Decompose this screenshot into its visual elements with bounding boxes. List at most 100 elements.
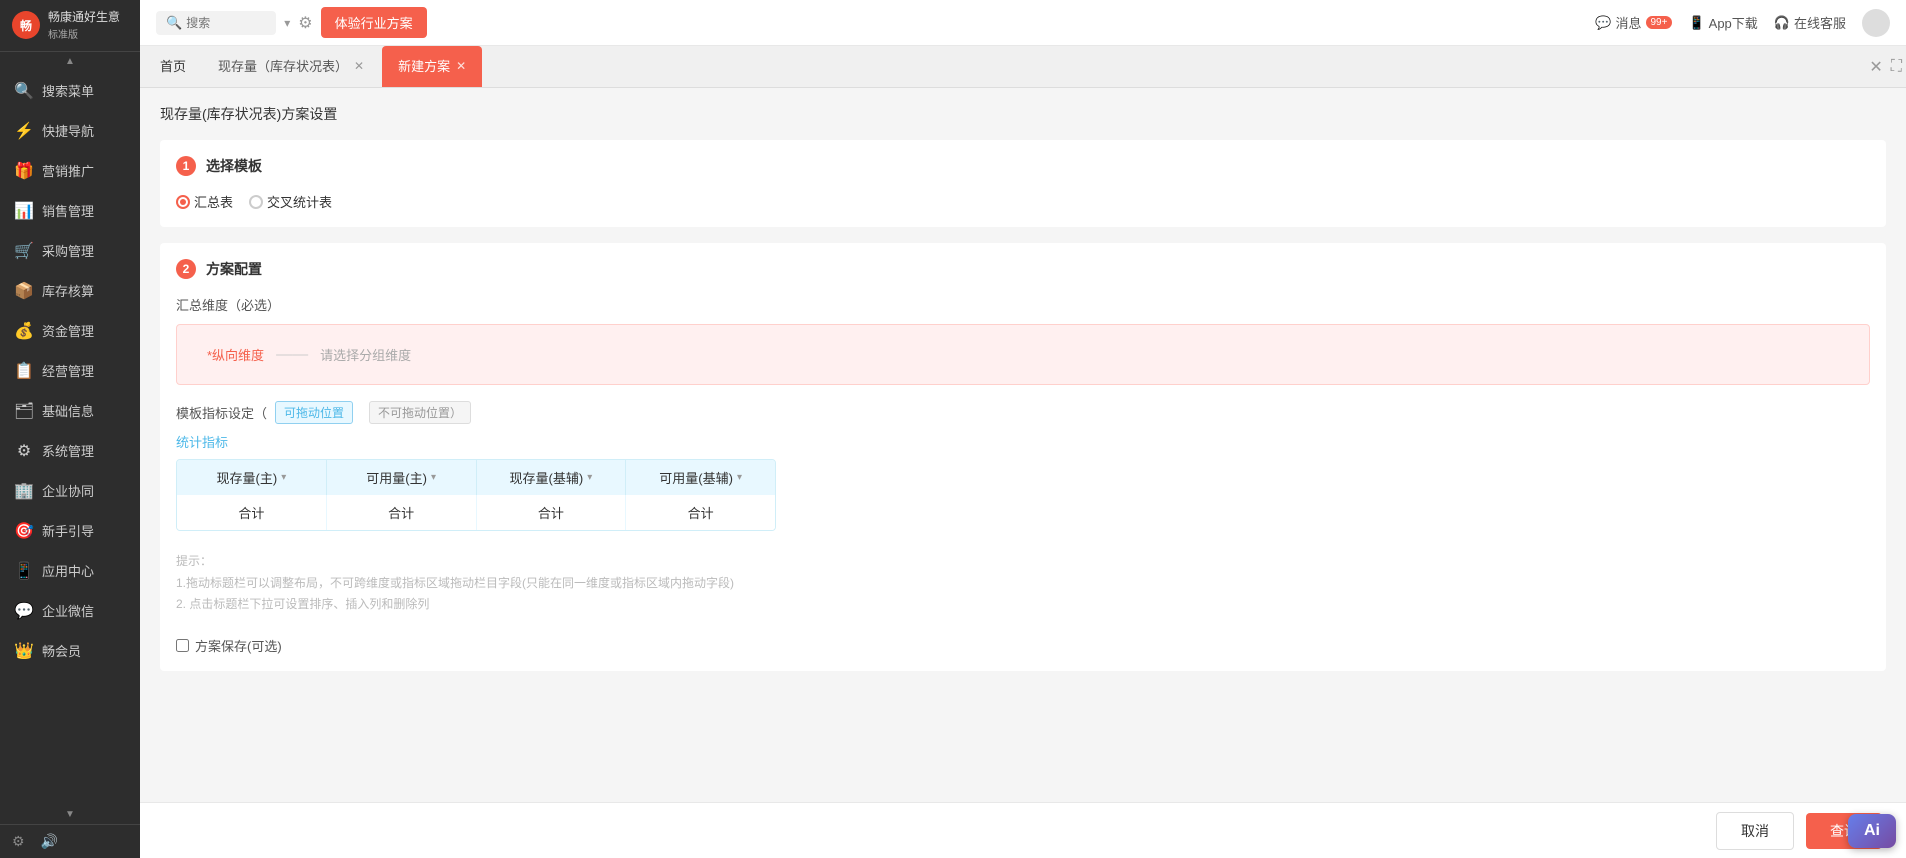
step1-header: 1 选择模板 <box>176 156 1870 176</box>
new-guide-icon: 🎯 <box>14 521 34 541</box>
topbar-search[interactable]: 🔍 <box>156 11 276 35</box>
marketing-icon: 🎁 <box>14 161 34 181</box>
messages-item[interactable]: 💬 消息 99+ <box>1595 13 1672 32</box>
new-scheme-tab-close[interactable]: ✕ <box>456 59 466 73</box>
online-service-label: 在线客服 <box>1794 13 1846 32</box>
stats-table-body: 合计 合计 合计 合计 <box>177 495 775 530</box>
sidebar-item-system[interactable]: ⚙ 系统管理 <box>0 431 140 471</box>
tips-section: 提示： 1.拖动标题栏可以调整布局，不可跨维度或指标区域拖动栏目字段(只能在同一… <box>176 551 1870 616</box>
page-title: 现存量(库存状况表)方案设置 <box>160 104 1886 124</box>
tab-home[interactable]: 首页 <box>144 46 202 87</box>
col2-arrow[interactable]: ▾ <box>431 472 436 483</box>
sidebar-item-search-menu[interactable]: 🔍 搜索菜单 <box>0 71 140 111</box>
dim-arrow: —— <box>276 346 308 364</box>
gear-icon[interactable]: ⚙ <box>298 13 312 33</box>
tabs-bar: 首页 现存量（库存状况表） ✕ 新建方案 ✕ ✕ ⛶ <box>140 46 1906 88</box>
sidebar-item-sales[interactable]: 📊 销售管理 <box>0 191 140 231</box>
close-panel-icon[interactable]: ✕ <box>1869 57 1882 77</box>
logo-badge: 标准版 <box>48 26 120 41</box>
tab-inventory-status[interactable]: 现存量（库存状况表） ✕ <box>202 46 380 87</box>
cross-radio-label: 交叉统计表 <box>267 192 332 211</box>
online-service-item[interactable]: 🎧 在线客服 <box>1774 13 1846 32</box>
industry-btn[interactable]: 体验行业方案 <box>321 7 427 38</box>
sidebar-item-enterprise[interactable]: 🏢 企业协同 <box>0 471 140 511</box>
tab-new-scheme[interactable]: 新建方案 ✕ <box>382 46 482 87</box>
new-scheme-tab-label: 新建方案 <box>398 56 450 75</box>
settings-icon[interactable]: ⚙ <box>12 833 25 850</box>
avatar[interactable] <box>1862 9 1890 37</box>
logo-text: 畅康通好生意 标准版 <box>48 10 120 41</box>
sidebar-item-label: 畅会员 <box>42 641 81 660</box>
indicator-settings: 模板指标设定（ 可拖动位置 不可拖动位置） 统计指标 现存量(主) ▾ 可用量(… <box>176 401 1870 616</box>
app-download-item[interactable]: 📱 App下载 <box>1688 13 1757 32</box>
sidebar-bottom: ⚙ 🔊 <box>0 824 140 858</box>
sidebar-scroll-up[interactable]: ▲ <box>0 52 140 71</box>
sidebar-item-label: 营销推广 <box>42 161 94 180</box>
sidebar-item-label: 搜索菜单 <box>42 81 94 100</box>
sidebar-item-operation[interactable]: 📋 经营管理 <box>0 351 140 391</box>
template-radio-group: 汇总表 交叉统计表 <box>176 192 1870 211</box>
sidebar-item-marketing[interactable]: 🎁 营销推广 <box>0 151 140 191</box>
col1-arrow[interactable]: ▾ <box>281 472 286 483</box>
col3-header[interactable]: 现存量(基辅) ▾ <box>477 460 627 495</box>
app-center-icon: 📱 <box>14 561 34 581</box>
enterprise-icon: 🏢 <box>14 481 34 501</box>
dim-selector[interactable]: *纵向维度 —— 请选择分组维度 <box>176 324 1870 385</box>
sidebar-item-quick-nav[interactable]: ⚡ 快捷导航 <box>0 111 140 151</box>
fixed-badge: 不可拖动位置） <box>369 401 471 424</box>
cross-radio[interactable]: 交叉统计表 <box>249 192 332 211</box>
col4-arrow[interactable]: ▾ <box>737 472 742 483</box>
col4-header[interactable]: 可用量(基辅) ▾ <box>626 460 775 495</box>
member-icon: 👑 <box>14 641 34 661</box>
message-icon: 💬 <box>1595 15 1611 31</box>
sidebar-item-label: 新手引导 <box>42 521 94 540</box>
sidebar-item-label: 基础信息 <box>42 401 94 420</box>
main: 🔍 ▾ ⚙ 体验行业方案 💬 消息 99+ 📱 App下载 🎧 在线客服 <box>140 0 1906 858</box>
sidebar-item-app-center[interactable]: 📱 应用中心 <box>0 551 140 591</box>
sidebar-item-purchase[interactable]: 🛒 采购管理 <box>0 231 140 271</box>
search-menu-icon: 🔍 <box>14 81 34 101</box>
finance-icon: 💰 <box>14 321 34 341</box>
sidebar-scroll-down[interactable]: ▼ <box>0 805 140 824</box>
step2-header: 2 方案配置 <box>176 259 1870 279</box>
movable-badge: 可拖动位置 <box>275 401 353 424</box>
tip-2: 2. 点击标题栏下拉可设置排序、插入列和删除列 <box>176 594 1870 616</box>
tabs-right: ✕ ⛶ <box>1869 57 1902 77</box>
ai-button[interactable]: Ai <box>1848 814 1896 848</box>
step1-num: 1 <box>176 156 196 176</box>
sidebar-item-wechat[interactable]: 💬 企业微信 <box>0 591 140 631</box>
sidebar-logo: 畅 畅康通好生意 标准版 <box>0 0 140 52</box>
quick-nav-icon: ⚡ <box>14 121 34 141</box>
operation-icon: 📋 <box>14 361 34 381</box>
col1-header[interactable]: 现存量(主) ▾ <box>177 460 327 495</box>
sidebar: 畅 畅康通好生意 标准版 ▲ 🔍 搜索菜单 ⚡ 快捷导航 🎁 营销推广 📊 销售… <box>0 0 140 858</box>
dropdown-icon[interactable]: ▾ <box>284 16 290 30</box>
summary-radio-label: 汇总表 <box>194 192 233 211</box>
sidebar-item-new-guide[interactable]: 🎯 新手引导 <box>0 511 140 551</box>
inventory-tab-close[interactable]: ✕ <box>354 59 364 73</box>
col2-header[interactable]: 可用量(主) ▾ <box>327 460 477 495</box>
save-scheme-checkbox-area: 方案保存(可选) <box>176 636 1870 655</box>
purchase-icon: 🛒 <box>14 241 34 261</box>
stats-section-label: 统计指标 <box>176 432 1870 451</box>
save-scheme-label[interactable]: 方案保存(可选) <box>195 636 282 655</box>
audio-icon[interactable]: 🔊 <box>41 833 58 850</box>
col3-arrow[interactable]: ▾ <box>587 472 592 483</box>
sidebar-item-finance[interactable]: 💰 资金管理 <box>0 311 140 351</box>
search-input[interactable] <box>186 16 266 30</box>
sidebar-item-member[interactable]: 👑 畅会员 <box>0 631 140 671</box>
tip-1: 1.拖动标题栏可以调整布局，不可跨维度或指标区域拖动栏目字段(只能在同一维度或指… <box>176 573 1870 595</box>
save-scheme-checkbox[interactable] <box>176 639 189 652</box>
expand-icon[interactable]: ⛶ <box>1891 58 1902 76</box>
logo-icon: 畅 <box>12 11 40 39</box>
cancel-button[interactable]: 取消 <box>1716 812 1794 850</box>
summary-radio[interactable]: 汇总表 <box>176 192 233 211</box>
sidebar-item-inventory[interactable]: 📦 库存核算 <box>0 271 140 311</box>
col4-cell: 合计 <box>626 495 775 530</box>
sidebar-item-label: 企业微信 <box>42 601 94 620</box>
sales-icon: 📊 <box>14 201 34 221</box>
sidebar-item-basic-info[interactable]: 🗂 基础信息 <box>0 391 140 431</box>
search-icon: 🔍 <box>166 15 182 31</box>
col4-label: 可用量(基辅) <box>659 468 733 487</box>
col2-label: 可用量(主) <box>366 468 427 487</box>
